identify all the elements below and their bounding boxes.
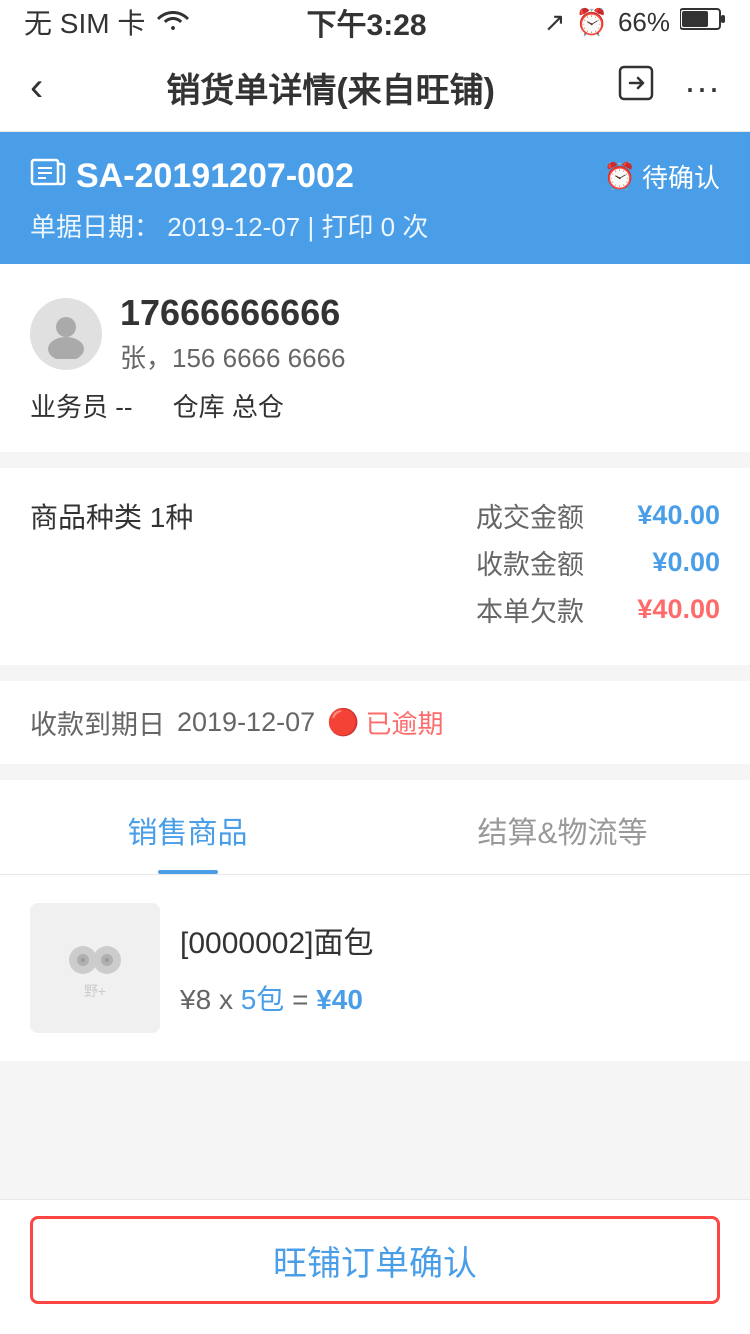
overdue-icon: 🔴 bbox=[327, 707, 359, 738]
order-status: ⏰ 待确认 bbox=[604, 158, 720, 195]
overdue-badge: 🔴 已逾期 bbox=[327, 704, 443, 741]
bottom-spacer bbox=[0, 1061, 750, 1181]
due-label: 收款到期日 bbox=[30, 703, 165, 742]
warehouse-value: 总仓 bbox=[232, 392, 284, 422]
wifi-icon bbox=[157, 6, 189, 38]
back-button[interactable]: ‹ bbox=[30, 65, 43, 110]
status-bar: 无 SIM 卡 下午3:28 ↗ ⏰ 66% bbox=[0, 0, 750, 44]
owed-amount: 本单欠款 ¥40.00 bbox=[476, 590, 720, 629]
product-thumbnail: 野+ bbox=[30, 903, 160, 1033]
bottom-bar: 旺铺订单确认 bbox=[0, 1199, 750, 1334]
more-icon[interactable]: ··· bbox=[684, 67, 720, 109]
order-date-row: 单据日期： 2019-12-07 | 打印 0 次 bbox=[30, 207, 720, 244]
product-info: [0000002]面包 ¥8 x 5包 = ¥40 bbox=[180, 918, 720, 1018]
tabs-header: 销售商品 结算&物流等 bbox=[0, 780, 750, 875]
location-icon: ↗ bbox=[544, 7, 566, 38]
page-title: 销货单详情(来自旺铺) bbox=[166, 63, 495, 112]
order-icon bbox=[30, 156, 66, 197]
nav-bar: ‹ 销货单详情(来自旺铺) ··· bbox=[0, 44, 750, 132]
order-banner: SA-20191207-002 ⏰ 待确认 单据日期： 2019-12-07 |… bbox=[0, 132, 750, 264]
customer-phone: 17666666666 bbox=[120, 292, 346, 334]
alarm-icon: ⏰ bbox=[576, 7, 608, 38]
due-date-value: 2019-12-07 bbox=[177, 707, 315, 738]
overdue-text: 已逾期 bbox=[366, 704, 444, 741]
svg-text:野+: 野+ bbox=[84, 983, 106, 999]
product-calc: ¥8 x 5包 = ¥40 bbox=[180, 978, 720, 1018]
confirm-order-button[interactable]: 旺铺订单确认 bbox=[30, 1216, 720, 1304]
battery-text: 66% bbox=[618, 7, 670, 38]
warehouse: 仓库 总仓 bbox=[173, 387, 284, 424]
order-id: SA-20191207-002 bbox=[30, 156, 354, 197]
battery-icon bbox=[680, 7, 726, 38]
product-name: [0000002]面包 bbox=[180, 918, 720, 962]
status-left: 无 SIM 卡 bbox=[24, 2, 189, 42]
sales-value: -- bbox=[115, 392, 132, 422]
product-item: 野+ [0000002]面包 ¥8 x 5包 = ¥40 bbox=[0, 875, 750, 1061]
tab-sales-products[interactable]: 销售商品 bbox=[0, 780, 375, 874]
customer-meta: 业务员 -- 仓库 总仓 bbox=[30, 387, 720, 424]
tabs-section: 销售商品 结算&物流等 野+ [0000002]面包 ¥8 x 5包 bbox=[0, 780, 750, 1061]
product-type-row: 商品种类 1种 bbox=[30, 496, 193, 536]
share-icon[interactable] bbox=[618, 65, 654, 110]
avatar bbox=[30, 298, 102, 370]
carrier-text: 无 SIM 卡 bbox=[24, 2, 145, 42]
status-time: 下午3:28 bbox=[307, 0, 427, 44]
status-right: ↗ ⏰ 66% bbox=[544, 7, 726, 38]
customer-name: 张，156 6666 6666 bbox=[120, 338, 346, 375]
received-amount: 收款金额 ¥0.00 bbox=[476, 543, 720, 582]
sales-person: 业务员 -- bbox=[30, 387, 133, 424]
due-date-section: 收款到期日 2019-12-07 🔴 已逾期 bbox=[0, 681, 750, 764]
summary-section: 商品种类 1种 成交金额 ¥40.00 收款金额 ¥0.00 本单欠款 ¥40.… bbox=[0, 468, 750, 665]
customer-section: 17666666666 张，156 6666 6666 业务员 -- 仓库 总仓 bbox=[0, 264, 750, 452]
clock-icon: ⏰ bbox=[604, 161, 636, 192]
nav-actions: ··· bbox=[618, 65, 720, 110]
transaction-amount: 成交金额 ¥40.00 bbox=[476, 496, 720, 535]
tab-settlement-logistics[interactable]: 结算&物流等 bbox=[375, 780, 750, 874]
summary-right: 成交金额 ¥40.00 收款金额 ¥0.00 本单欠款 ¥40.00 bbox=[476, 496, 720, 637]
summary-left: 商品种类 1种 bbox=[30, 496, 193, 542]
